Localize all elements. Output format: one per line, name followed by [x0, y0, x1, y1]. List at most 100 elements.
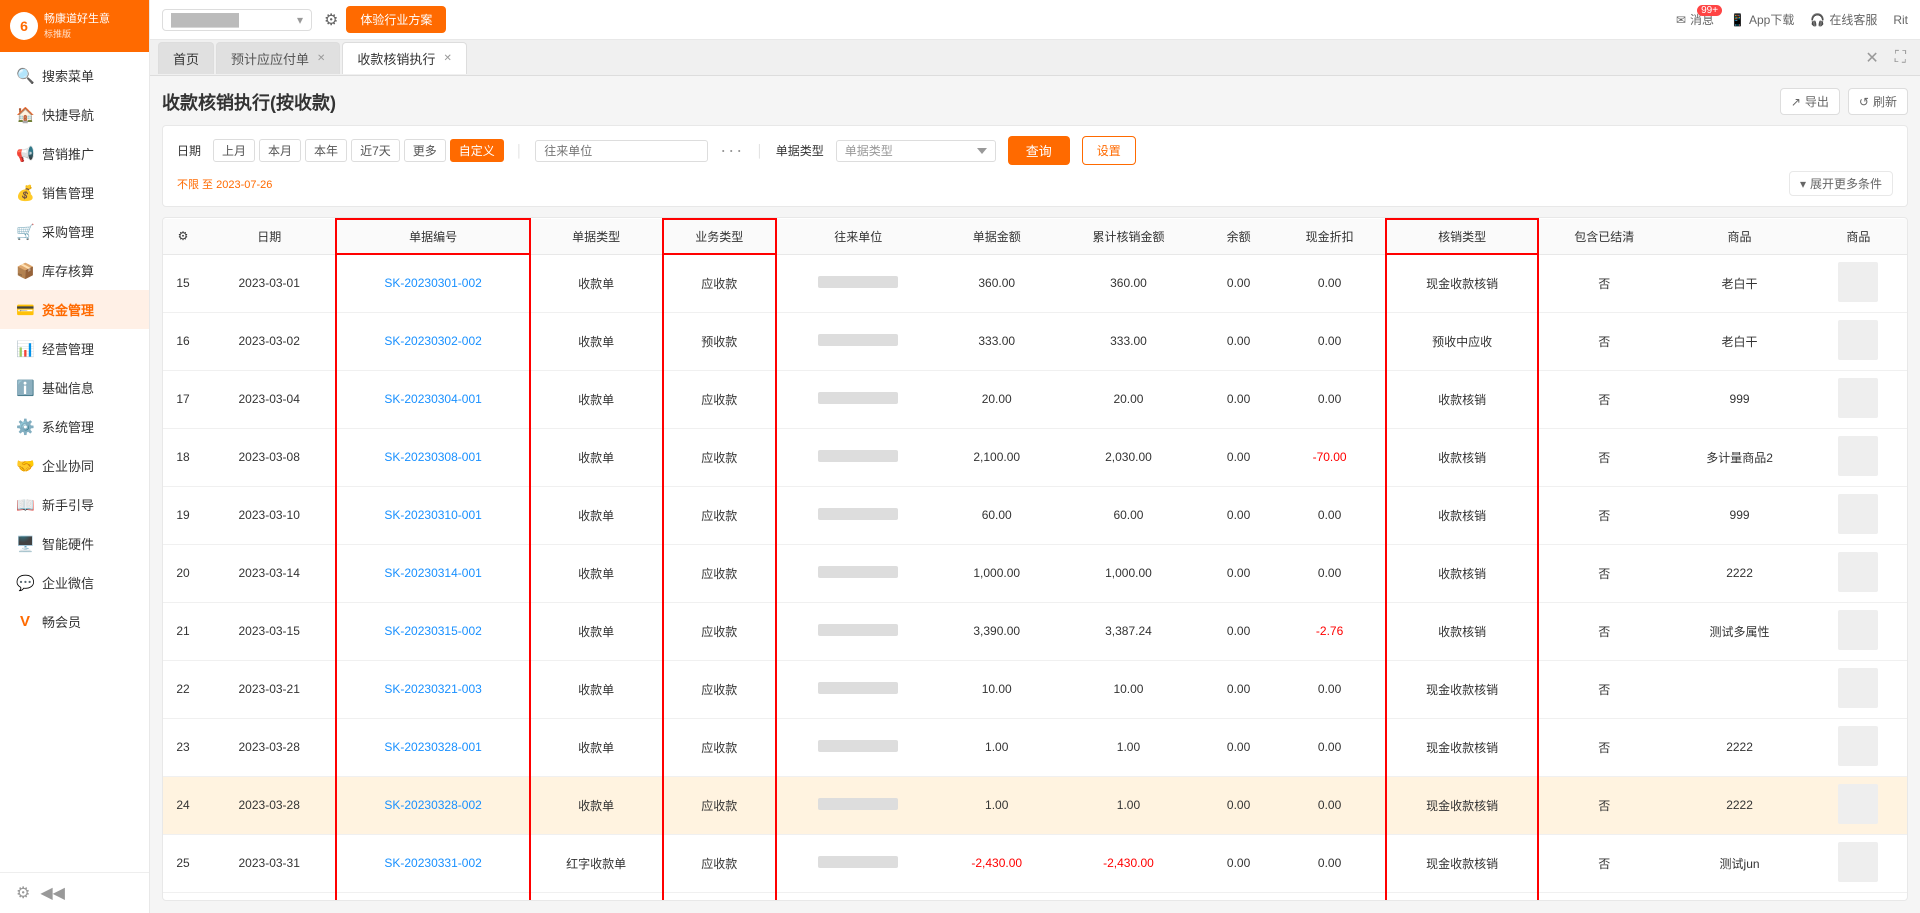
- purchase-icon: 🛒: [16, 223, 34, 241]
- doc-no-link[interactable]: SK-20230315-002: [384, 624, 481, 638]
- tab-prepay[interactable]: 预计应应付单 ✕: [216, 42, 340, 74]
- export-button[interactable]: ↗ 导出: [1780, 88, 1840, 115]
- doc-no-link[interactable]: SK-20230304-001: [384, 392, 481, 406]
- refresh-icon: ↺: [1859, 95, 1869, 109]
- doc-no-link[interactable]: SK-20230310-001: [384, 508, 481, 522]
- cell-date: 2023-03-31: [203, 834, 336, 892]
- sidebar-item-marketing[interactable]: 📢 营销推广: [0, 134, 149, 173]
- table-area: ⚙ 日期 单据编号 单据类型 业务类型 往来单位 单据金额 累计核销金额 余额 …: [162, 217, 1908, 901]
- tab-maximize-button[interactable]: ⛶: [1889, 46, 1912, 70]
- cell-date: 2023-03-28: [203, 718, 336, 776]
- partner-input[interactable]: [535, 140, 708, 162]
- cell-cash-discount: -2.76: [1274, 602, 1386, 660]
- sidebar-item-guide[interactable]: 📖 新手引导: [0, 485, 149, 524]
- filter-row-2: 不限 至 2023-07-26 ▾ 展开更多条件: [177, 171, 1893, 196]
- online-service-button[interactable]: 🎧 在线客服: [1810, 11, 1877, 28]
- doc-no-link[interactable]: SK-20230301-002: [384, 276, 481, 290]
- cell-total-cancel: 60.00: [1054, 486, 1203, 544]
- doc-no-link[interactable]: SK-20230328-002: [384, 798, 481, 812]
- date-this-year-button[interactable]: 本年: [305, 139, 347, 162]
- cell-doc-no: SK-20230403-002: [336, 892, 529, 900]
- th-biz-type: 业务类型: [663, 219, 776, 254]
- sidebar-item-system[interactable]: ⚙️ 系统管理: [0, 407, 149, 446]
- cell-row-num: 19: [163, 486, 203, 544]
- sidebar-item-sales[interactable]: 💰 销售管理: [0, 173, 149, 212]
- doc-no-link[interactable]: SK-20230302-002: [384, 334, 481, 348]
- mobile-icon: 📱: [1730, 13, 1745, 27]
- date-more-button[interactable]: 更多: [404, 139, 446, 162]
- cell-row-num: 22: [163, 660, 203, 718]
- sidebar-item-member[interactable]: V 畅会员: [0, 602, 149, 641]
- cell-doc-no: SK-20230321-003: [336, 660, 529, 718]
- doc-no-link[interactable]: SK-20230308-001: [384, 450, 481, 464]
- cell-doc-no: SK-20230308-001: [336, 428, 529, 486]
- doc-no-link[interactable]: SK-20230331-002: [384, 856, 481, 870]
- filter-sep1: │: [516, 144, 524, 158]
- cell-total-cancel: 20.00: [1054, 892, 1203, 900]
- table-row: 20 2023-03-14 SK-20230314-001 收款单 应收款 1,…: [163, 544, 1907, 602]
- cell-balance: 0.00: [1203, 370, 1274, 428]
- refresh-button[interactable]: ↺ 刷新: [1848, 88, 1908, 115]
- cell-goods: 123D商品: [1669, 892, 1809, 900]
- doc-no-link[interactable]: SK-20230314-001: [384, 566, 481, 580]
- date-this-month-button[interactable]: 本月: [259, 139, 301, 162]
- sidebar-item-enterprise[interactable]: 🤝 企业协同: [0, 446, 149, 485]
- table-scroll[interactable]: ⚙ 日期 单据编号 单据类型 业务类型 往来单位 单据金额 累计核销金额 余额 …: [163, 218, 1907, 900]
- cell-total-cancel: 333.00: [1054, 312, 1203, 370]
- app-download-button[interactable]: 📱 App下载: [1730, 11, 1794, 28]
- expand-filters-button[interactable]: ▾ 展开更多条件: [1789, 171, 1893, 196]
- entity-selector[interactable]: ████████ ▾: [162, 9, 312, 31]
- tab-receipts[interactable]: 收款核销执行 ✕: [342, 42, 466, 74]
- sidebar-item-hardware[interactable]: 🖥️ 智能硬件: [0, 524, 149, 563]
- cell-biz-type: 应收款: [663, 660, 776, 718]
- doc-no-link[interactable]: SK-20230328-001: [384, 740, 481, 754]
- cell-goods: 老白干: [1669, 254, 1809, 312]
- query-button[interactable]: 查询: [1008, 136, 1070, 165]
- cell-cancel-type: 预收款核销: [1386, 892, 1538, 900]
- th-goods2: 商品: [1810, 219, 1907, 254]
- collapse-icon[interactable]: ◀◀: [40, 883, 65, 903]
- tab-prepay-close-icon[interactable]: ✕: [317, 53, 325, 64]
- cell-doc-amount: 1,000.00: [939, 544, 1054, 602]
- doc-no-link[interactable]: SK-20230321-003: [384, 682, 481, 696]
- cell-cash-discount: 0.00: [1274, 312, 1386, 370]
- sidebar-item-guide-label: 新手引导: [42, 495, 94, 514]
- sidebar-item-wechat[interactable]: 💬 企业微信: [0, 563, 149, 602]
- cell-row-num: 20: [163, 544, 203, 602]
- tab-close-all-button[interactable]: ✕: [1859, 46, 1884, 70]
- settings-icon[interactable]: ⚙: [16, 883, 30, 903]
- gear-icon[interactable]: ⚙: [324, 10, 338, 30]
- sidebar-item-hardware-label: 智能硬件: [42, 534, 94, 553]
- sidebar-item-marketing-label: 营销推广: [42, 144, 94, 163]
- sidebar-item-purchase-label: 采购管理: [42, 222, 94, 241]
- sidebar-item-purchase[interactable]: 🛒 采购管理: [0, 212, 149, 251]
- cell-goods: 999: [1669, 370, 1809, 428]
- sidebar-item-basic[interactable]: ℹ️ 基础信息: [0, 368, 149, 407]
- sidebar-item-capital[interactable]: 💳 资金管理: [0, 290, 149, 329]
- date-custom-button[interactable]: 自定义: [450, 139, 504, 162]
- message-button[interactable]: ✉ 消息 99+: [1676, 11, 1714, 28]
- user-label[interactable]: Rit: [1893, 13, 1908, 27]
- sidebar-item-operation[interactable]: 📊 经营管理: [0, 329, 149, 368]
- cell-balance: 0.00: [1203, 834, 1274, 892]
- sidebar-menu: 🔍 搜索菜单 🏠 快捷导航 📢 营销推广 💰 销售管理 🛒 采购管理 📦 库存核…: [0, 52, 149, 872]
- industry-solution-button[interactable]: 体验行业方案: [346, 6, 446, 33]
- cell-biz-type: 应收款: [663, 254, 776, 312]
- sidebar-item-search[interactable]: 🔍 搜索菜单: [0, 56, 149, 95]
- sidebar-item-nav[interactable]: 🏠 快捷导航: [0, 95, 149, 134]
- tab-receipts-close-icon[interactable]: ✕: [443, 53, 451, 64]
- table-header-row: ⚙ 日期 单据编号 单据类型 业务类型 往来单位 单据金额 累计核销金额 余额 …: [163, 219, 1907, 254]
- cell-goods2: [1810, 660, 1907, 718]
- cell-doc-no: SK-20230304-001: [336, 370, 529, 428]
- filter-settings-button[interactable]: 设置: [1082, 136, 1136, 165]
- tab-home[interactable]: 首页: [158, 42, 214, 74]
- cell-cash-discount: 0.00: [1274, 254, 1386, 312]
- doc-type-select[interactable]: 单据类型: [836, 140, 996, 162]
- wechat-icon: 💬: [16, 574, 34, 592]
- date-7days-button[interactable]: 近7天: [351, 139, 400, 162]
- logo-text: 畅康道好生意: [44, 12, 110, 26]
- date-last-month-button[interactable]: 上月: [213, 139, 255, 162]
- sidebar-item-inventory[interactable]: 📦 库存核算: [0, 251, 149, 290]
- table-row: 19 2023-03-10 SK-20230310-001 收款单 应收款 60…: [163, 486, 1907, 544]
- cell-goods: 2222: [1669, 776, 1809, 834]
